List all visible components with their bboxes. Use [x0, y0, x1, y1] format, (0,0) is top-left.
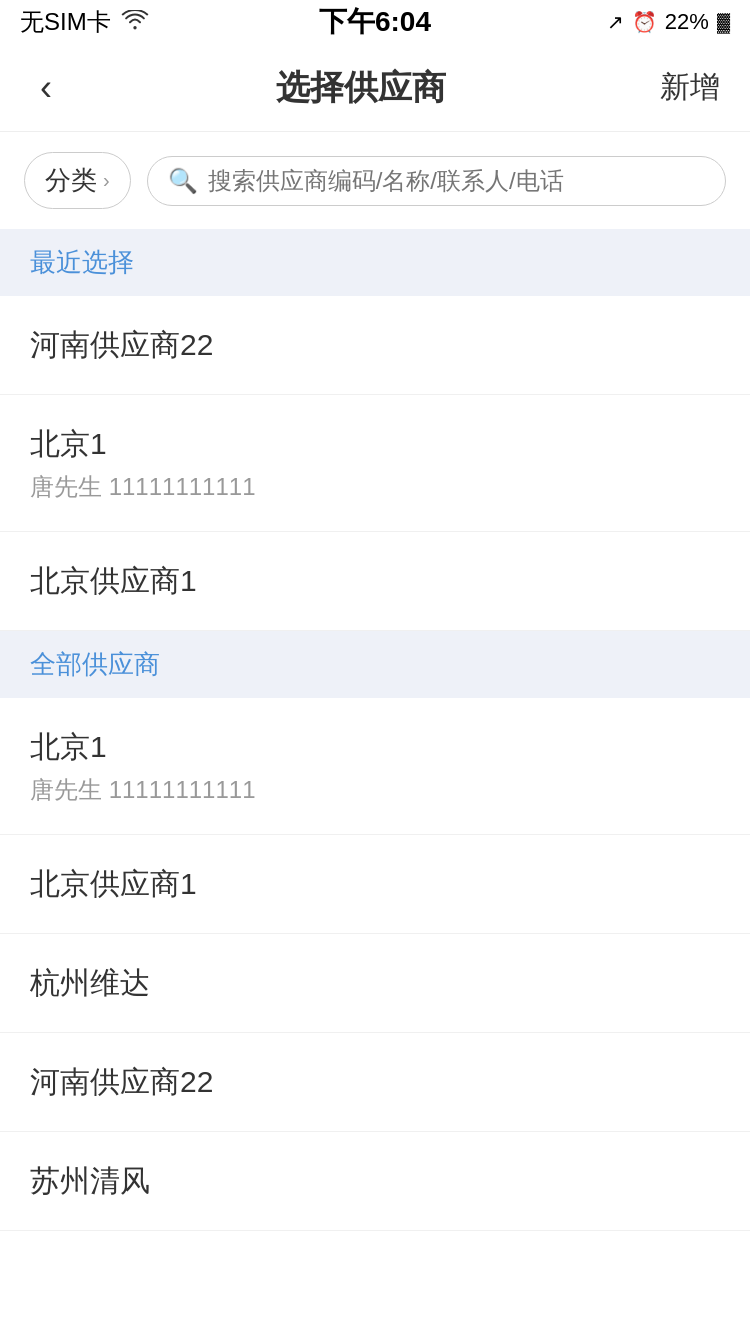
- item-name: 北京供应商1: [30, 560, 720, 602]
- list-item[interactable]: 北京供应商1: [0, 835, 750, 934]
- item-name: 河南供应商22: [30, 324, 720, 366]
- item-name: 北京1: [30, 726, 720, 768]
- all-list: 北京1 唐先生 11111111111 北京供应商1 杭州维达河南供应商22 苏州清风: [0, 698, 750, 1231]
- status-left: 无SIM卡: [20, 6, 149, 38]
- status-time: 下午6:04: [319, 3, 431, 41]
- status-bar: 无SIM卡 下午6:04 ↗ ⏰ 22% ▓: [0, 0, 750, 44]
- item-name: 苏州清风: [30, 1160, 720, 1202]
- add-button[interactable]: 新增: [660, 67, 720, 108]
- list-item[interactable]: 河南供应商22: [0, 296, 750, 395]
- status-right: ↗ ⏰ 22% ▓: [607, 9, 730, 35]
- chevron-right-icon: ›: [103, 169, 110, 192]
- list-item[interactable]: 北京1 唐先生 11111111111: [0, 395, 750, 532]
- filter-bar: 分类 › 🔍: [0, 132, 750, 229]
- battery-icon: ▓: [717, 12, 730, 33]
- list-item[interactable]: 杭州维达: [0, 934, 750, 1033]
- alarm-icon: ⏰: [632, 10, 657, 34]
- search-input[interactable]: [208, 167, 705, 195]
- list-item[interactable]: 北京1 唐先生 11111111111: [0, 698, 750, 835]
- search-box[interactable]: 🔍: [147, 156, 726, 206]
- list-item[interactable]: 苏州清风: [0, 1132, 750, 1231]
- wifi-icon: [121, 8, 149, 36]
- item-name: 杭州维达: [30, 962, 720, 1004]
- carrier-text: 无SIM卡: [20, 6, 111, 38]
- battery-text: 22%: [665, 9, 709, 35]
- list-item[interactable]: 河南供应商22: [0, 1033, 750, 1132]
- back-button[interactable]: ‹: [30, 57, 62, 119]
- nav-bar: ‹ 选择供应商 新增: [0, 44, 750, 132]
- recent-list: 河南供应商22 北京1 唐先生 11111111111 北京供应商1: [0, 296, 750, 631]
- item-name: 河南供应商22: [30, 1061, 720, 1103]
- recent-section-header: 最近选择: [0, 229, 750, 296]
- item-name: 北京1: [30, 423, 720, 465]
- page-title: 选择供应商: [276, 65, 446, 111]
- item-sub: 唐先生 11111111111: [30, 774, 720, 806]
- search-icon: 🔍: [168, 167, 198, 195]
- item-sub: 唐先生 11111111111: [30, 471, 720, 503]
- item-name: 北京供应商1: [30, 863, 720, 905]
- list-item[interactable]: 北京供应商1: [0, 532, 750, 631]
- all-section-header: 全部供应商: [0, 631, 750, 698]
- category-label: 分类: [45, 163, 97, 198]
- location-icon: ↗: [607, 10, 624, 34]
- category-button[interactable]: 分类 ›: [24, 152, 131, 209]
